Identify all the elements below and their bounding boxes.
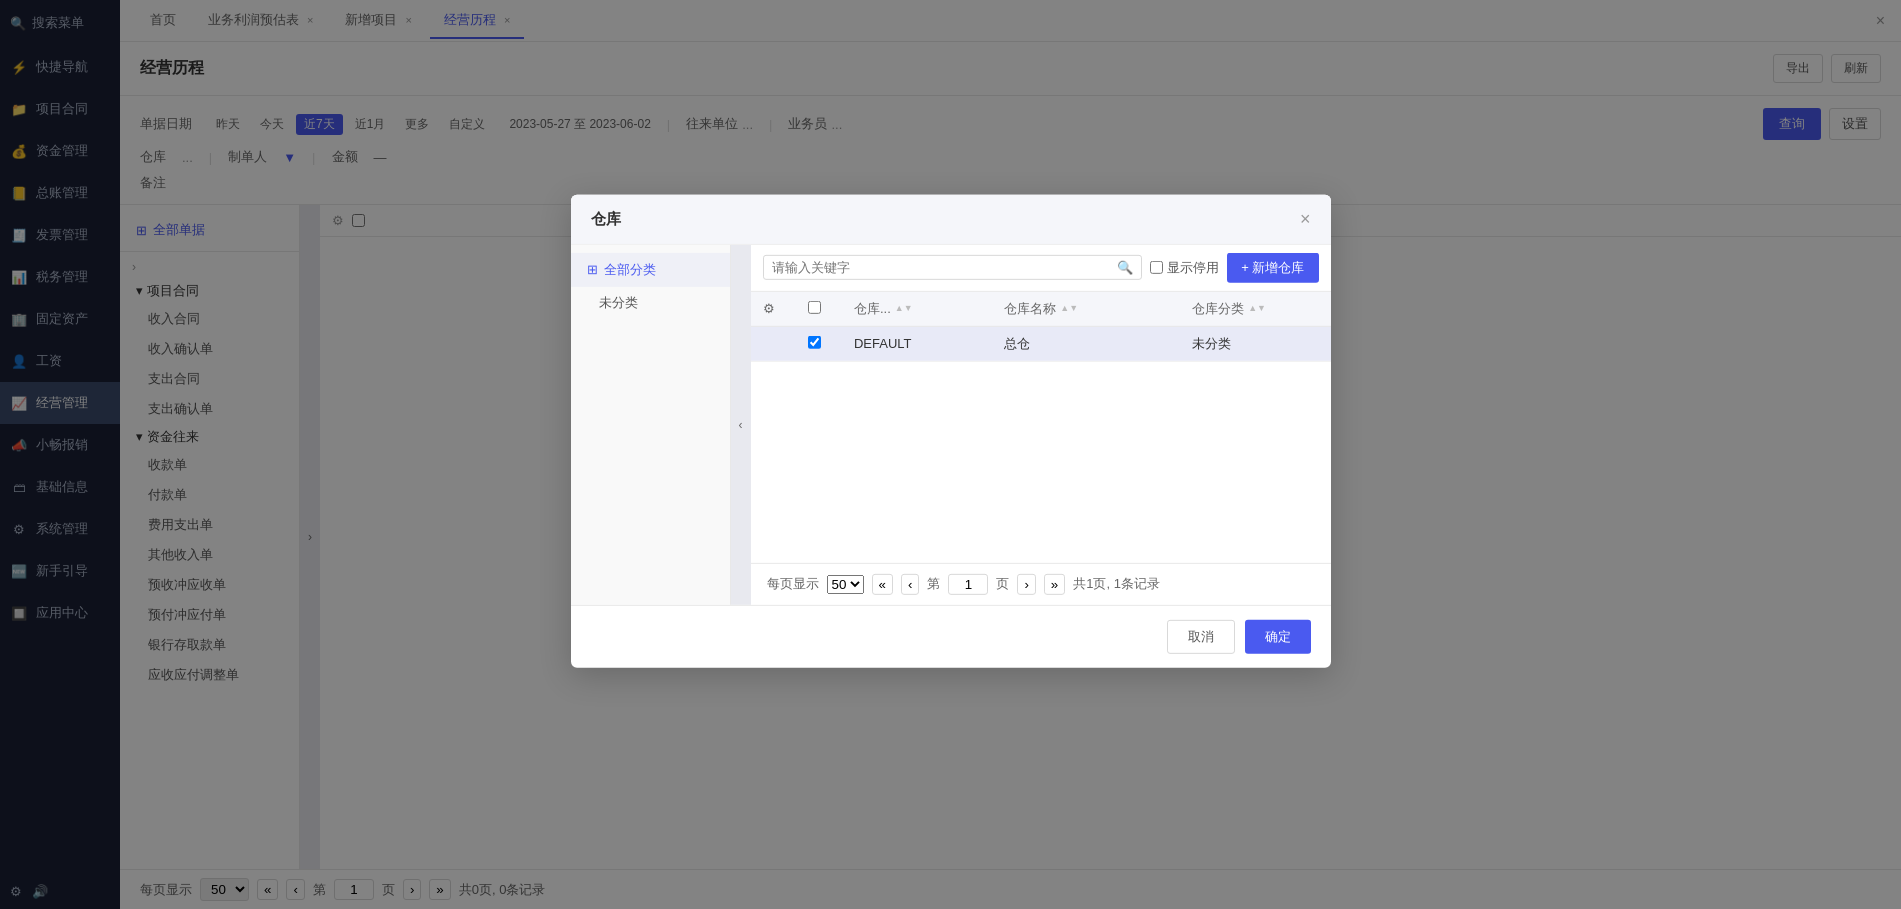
row-code-cell: DEFAULT	[842, 326, 992, 361]
col-code-sort[interactable]: 仓库... ▲▼	[854, 299, 980, 317]
sort-arrows-code: ▲▼	[895, 304, 913, 313]
col-category-sort[interactable]: 仓库分类 ▲▼	[1192, 299, 1318, 317]
col-code-header: 仓库... ▲▼	[842, 291, 992, 326]
row-category-cell: 未分类	[1180, 326, 1330, 361]
col-check	[796, 291, 842, 326]
confirm-button[interactable]: 确定	[1245, 619, 1311, 653]
row-check-cell	[796, 326, 842, 361]
row-gear-cell	[751, 326, 796, 361]
modal-search-icon[interactable]: 🔍	[1117, 260, 1133, 275]
grid-modal-icon: ⊞	[587, 262, 598, 277]
modal-page-input[interactable]	[948, 573, 988, 594]
modal-prev-btn[interactable]: ‹	[901, 573, 919, 594]
row-checkbox[interactable]	[808, 335, 821, 348]
modal-page-prefix: 第	[927, 575, 940, 593]
modal-right-panel: 🔍 显示停用 + 新增仓库 ⚙	[751, 244, 1331, 604]
col-name-sort[interactable]: 仓库名称 ▲▼	[1004, 299, 1168, 317]
modal-total: 共1页, 1条记录	[1073, 575, 1160, 593]
col-gear-icon[interactable]: ⚙	[763, 301, 775, 316]
modal-first-btn[interactable]: «	[872, 573, 893, 594]
modal-per-page-select[interactable]: 50	[827, 574, 864, 593]
modal-pagination: 每页显示 50 « ‹ 第 页 › » 共1页, 1条记录	[751, 562, 1331, 604]
col-name-header: 仓库名称 ▲▼	[992, 291, 1180, 326]
modal-last-btn[interactable]: »	[1044, 573, 1065, 594]
modal-body: ⊞ 全部分类 未分类 ‹ 🔍 显示停用 + 新增仓库	[571, 244, 1331, 604]
warehouse-modal: 仓库 × ⊞ 全部分类 未分类 ‹ 🔍	[571, 194, 1331, 667]
category-uncategorized[interactable]: 未分类	[571, 286, 730, 318]
col-category-header: 仓库分类 ▲▼	[1180, 291, 1330, 326]
sort-arrows-category: ▲▼	[1248, 304, 1266, 313]
modal-close-icon[interactable]: ×	[1300, 208, 1311, 229]
modal-toolbar: 🔍 显示停用 + 新增仓库	[751, 244, 1331, 291]
show-disabled-label[interactable]: 显示停用	[1150, 258, 1219, 276]
table-select-all[interactable]	[808, 300, 821, 313]
cancel-button[interactable]: 取消	[1167, 619, 1235, 653]
modal-header: 仓库 ×	[571, 194, 1331, 244]
col-gear: ⚙	[751, 291, 796, 326]
sort-arrows-name: ▲▼	[1060, 304, 1078, 313]
modal-category-panel: ⊞ 全部分类 未分类	[571, 244, 731, 604]
modal-footer-buttons: 取消 确定	[571, 604, 1331, 667]
modal-search-box: 🔍	[763, 255, 1143, 280]
modal-search-input[interactable]	[772, 260, 1114, 275]
modal-per-page-label: 每页显示	[767, 575, 819, 593]
modal-page-suffix: 页	[996, 575, 1009, 593]
add-warehouse-button[interactable]: + 新增仓库	[1227, 252, 1318, 282]
modal-next-btn[interactable]: ›	[1017, 573, 1035, 594]
row-name-cell: 总仓	[992, 326, 1180, 361]
modal-title: 仓库	[591, 209, 621, 228]
modal-table: ⚙ 仓库... ▲▼	[751, 291, 1331, 562]
modal-collapse-btn[interactable]: ‹	[731, 244, 751, 604]
table-row[interactable]: DEFAULT 总仓 未分类	[751, 326, 1331, 361]
category-all[interactable]: ⊞ 全部分类	[571, 252, 730, 286]
show-disabled-checkbox[interactable]	[1150, 261, 1163, 274]
